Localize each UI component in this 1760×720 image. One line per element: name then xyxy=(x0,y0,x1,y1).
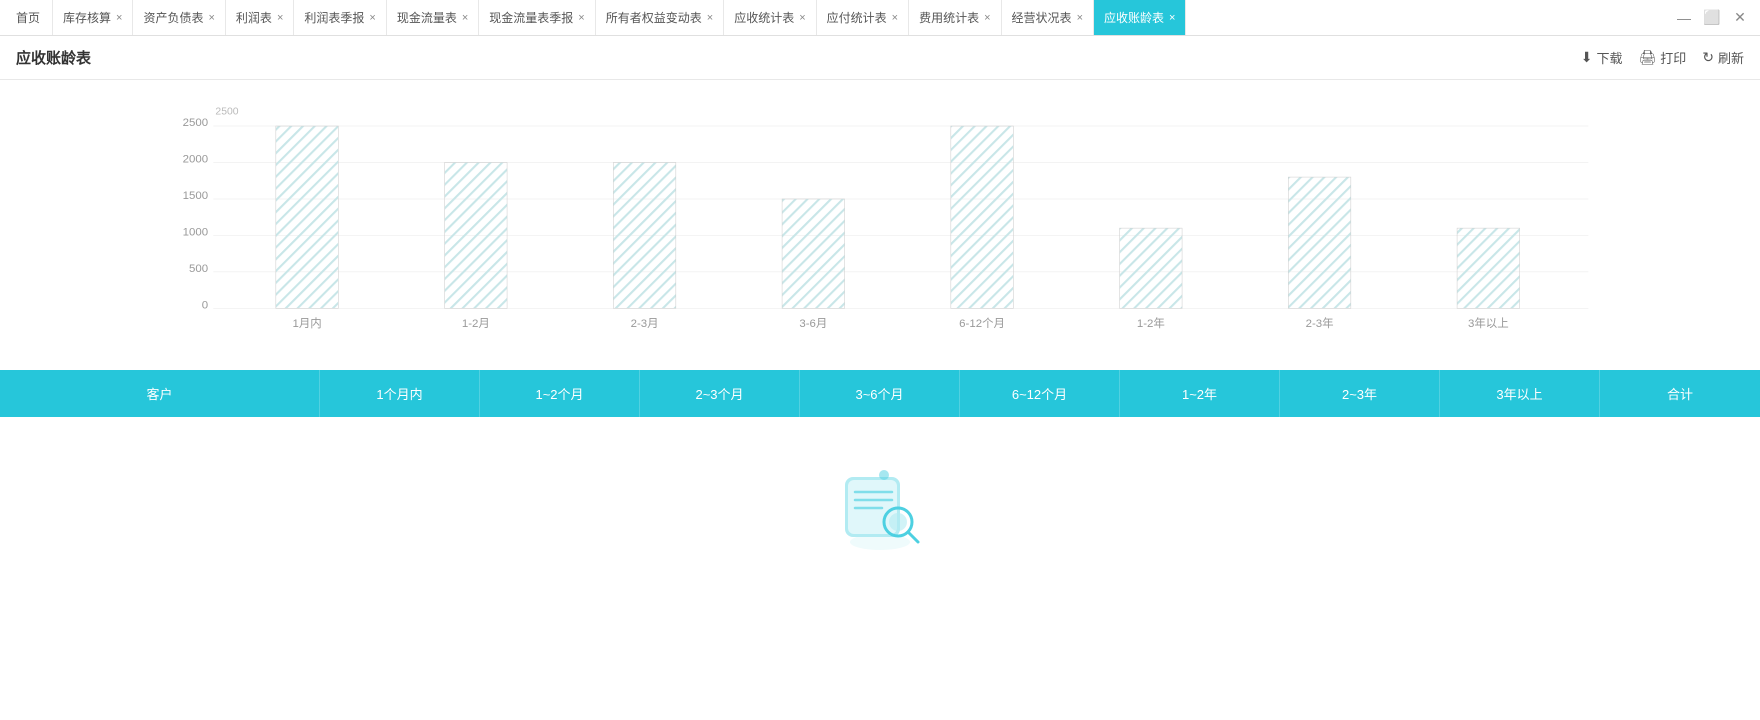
svg-text:1500: 1500 xyxy=(183,190,208,202)
tab-close-expense-stats[interactable]: × xyxy=(984,12,990,24)
svg-text:1000: 1000 xyxy=(183,226,208,238)
svg-text:0: 0 xyxy=(202,299,208,311)
col-3plus-year: 3年以上 xyxy=(1440,370,1600,417)
svg-text:2500: 2500 xyxy=(215,107,238,118)
svg-text:3-6月: 3-6月 xyxy=(799,318,827,330)
download-icon: ⬇ xyxy=(1581,49,1593,66)
bar-2-3-month xyxy=(613,163,676,309)
table-header: 客户 1个月内 1~2个月 2~3个月 3~6个月 6~12个月 1~2年 2~… xyxy=(0,370,1760,417)
col-2-3month: 2~3个月 xyxy=(640,370,800,417)
bar-6-12-month xyxy=(951,126,1014,308)
tab-cashflow-quarter[interactable]: 现金流量表季报 × xyxy=(479,0,595,36)
tab-close-profit-quarter[interactable]: × xyxy=(369,12,375,24)
tab-ar-stats[interactable]: 应收统计表 × xyxy=(724,0,816,36)
page-header: 应收账龄表 ⬇ 下载 🖨 打印 ↻ 刷新 xyxy=(0,36,1760,80)
svg-text:6-12个月: 6-12个月 xyxy=(959,317,1005,330)
tab-cashflow[interactable]: 现金流量表 × xyxy=(387,0,479,36)
tab-close-cashflow[interactable]: × xyxy=(462,12,468,24)
bar-1-2-month xyxy=(445,163,508,309)
main-content: 0 500 1000 1500 2000 2500 2500 xyxy=(0,80,1760,720)
col-1-2month: 1~2个月 xyxy=(480,370,640,417)
svg-text:1月内: 1月内 xyxy=(292,316,321,330)
download-button[interactable]: ⬇ 下载 xyxy=(1581,48,1623,67)
col-1-2year: 1~2年 xyxy=(1120,370,1280,417)
maximize-button[interactable]: ⬜ xyxy=(1700,6,1724,30)
tab-bar-actions: — ⬜ ✕ xyxy=(1672,6,1756,30)
tab-close-cashflow-quarter[interactable]: × xyxy=(578,12,584,24)
page-actions: ⬇ 下载 🖨 打印 ↻ 刷新 xyxy=(1581,48,1744,67)
bar-1-2-year xyxy=(1120,228,1183,308)
tab-ar-aging[interactable]: 应收账龄表 × xyxy=(1094,0,1186,36)
bar-3-6-month xyxy=(782,199,845,308)
svg-text:2500: 2500 xyxy=(183,117,208,129)
col-3-6month: 3~6个月 xyxy=(800,370,960,417)
empty-icon xyxy=(820,457,940,557)
svg-text:1-2年: 1-2年 xyxy=(1137,316,1165,330)
bar-2-3-year xyxy=(1288,177,1351,308)
minimize-button[interactable]: — xyxy=(1672,6,1696,30)
col-customer: 客户 xyxy=(0,370,320,417)
svg-text:2-3年: 2-3年 xyxy=(1306,316,1334,330)
tab-ap-stats[interactable]: 应付统计表 × xyxy=(817,0,909,36)
tab-close-ar-stats[interactable]: × xyxy=(799,12,805,24)
svg-text:2000: 2000 xyxy=(183,154,208,166)
tab-bar: 首页 库存核算 × 资产负债表 × 利润表 × 利润表季报 × 现金流量表 × … xyxy=(0,0,1760,36)
tab-operations[interactable]: 经营状况表 × xyxy=(1002,0,1094,36)
tab-close-profit[interactable]: × xyxy=(277,12,283,24)
bar-1-month xyxy=(276,126,339,308)
print-icon: 🖨 xyxy=(1638,49,1656,66)
bar-chart: 0 500 1000 1500 2000 2500 2500 xyxy=(40,100,1720,350)
print-button[interactable]: 🖨 打印 xyxy=(1638,48,1686,67)
col-total: 合计 xyxy=(1600,370,1760,417)
tab-inventory[interactable]: 库存核算 × xyxy=(53,0,133,36)
bar-3-plus-year xyxy=(1457,228,1520,308)
col-6-12month: 6~12个月 xyxy=(960,370,1120,417)
tab-balance[interactable]: 资产负债表 × xyxy=(133,0,225,36)
chart-area: 0 500 1000 1500 2000 2500 2500 xyxy=(0,80,1760,370)
col-2-3year: 2~3年 xyxy=(1280,370,1440,417)
close-window-button[interactable]: ✕ xyxy=(1728,6,1752,30)
tab-close-equity[interactable]: × xyxy=(707,12,713,24)
tab-close-ap-stats[interactable]: × xyxy=(892,12,898,24)
page-title: 应收账龄表 xyxy=(16,47,91,68)
svg-text:3年以上: 3年以上 xyxy=(1468,316,1509,330)
col-1month: 1个月内 xyxy=(320,370,480,417)
tab-expense-stats[interactable]: 费用统计表 × xyxy=(909,0,1001,36)
refresh-icon: ↻ xyxy=(1702,49,1714,66)
svg-text:500: 500 xyxy=(189,263,208,275)
tab-close-inventory[interactable]: × xyxy=(116,12,122,24)
tab-home[interactable]: 首页 xyxy=(4,0,53,36)
tab-profit[interactable]: 利润表 × xyxy=(226,0,294,36)
tab-close-balance[interactable]: × xyxy=(208,12,214,24)
svg-text:2-3月: 2-3月 xyxy=(631,318,659,330)
empty-state xyxy=(0,417,1760,597)
tab-equity[interactable]: 所有者权益变动表 × xyxy=(596,0,724,36)
svg-text:1-2月: 1-2月 xyxy=(462,318,490,330)
tab-profit-quarter[interactable]: 利润表季报 × xyxy=(294,0,386,36)
tab-close-operations[interactable]: × xyxy=(1077,12,1083,24)
tab-close-ar-aging[interactable]: × xyxy=(1169,12,1175,24)
refresh-button[interactable]: ↻ 刷新 xyxy=(1702,48,1744,67)
